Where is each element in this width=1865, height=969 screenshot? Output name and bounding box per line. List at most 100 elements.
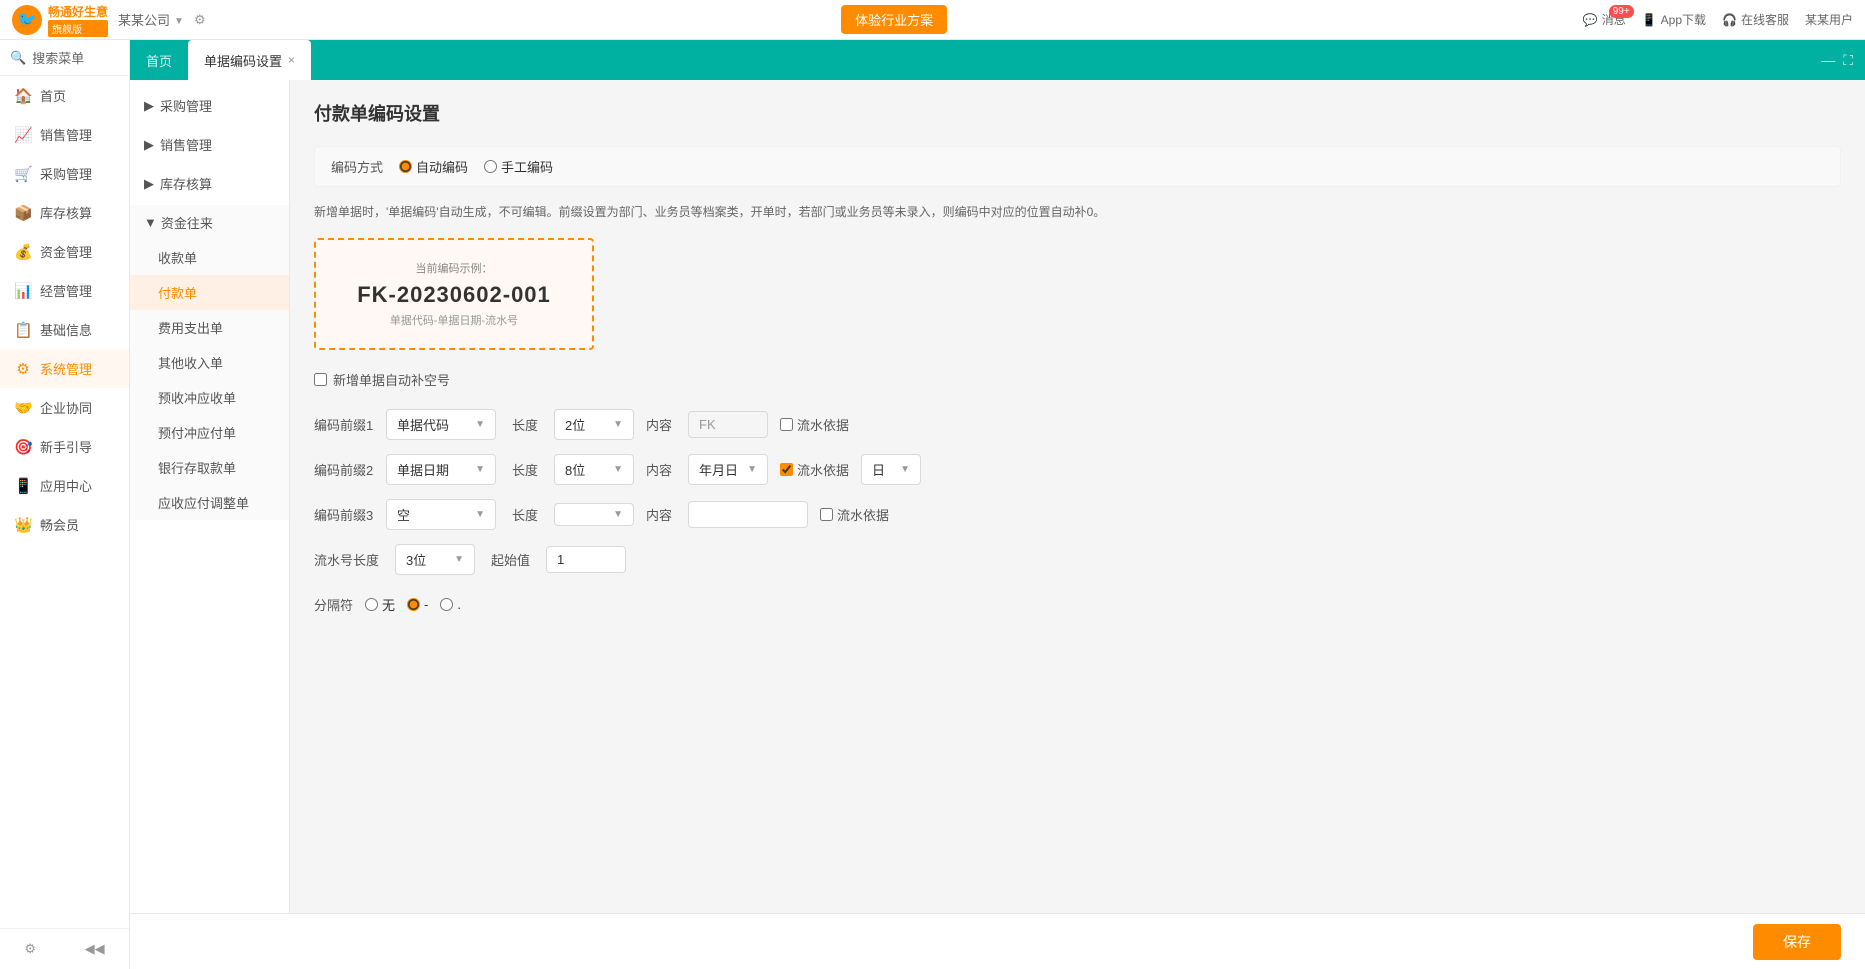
system-icon: ⚙	[14, 360, 32, 378]
chevron-down-icon: ▼	[613, 464, 623, 475]
prefix3-length-select[interactable]: ▼	[554, 503, 634, 526]
auto-fill-checkbox[interactable]	[314, 373, 327, 386]
prefix2-serial-unit-select[interactable]: 日 ▼	[861, 454, 921, 485]
auto-code-radio[interactable]: 自动编码	[399, 157, 468, 176]
separator-none-radio[interactable]: 无	[365, 595, 395, 614]
sidebar-item-member[interactable]: 👑 畅会员	[0, 505, 129, 544]
app-download-action[interactable]: 📱 App下载	[1642, 11, 1706, 28]
save-button[interactable]: 保存	[1753, 924, 1841, 960]
sub-group-purchase-title[interactable]: ▶ 采购管理	[130, 88, 289, 123]
sidebar-item-sales[interactable]: 📈 销售管理	[0, 115, 129, 154]
info-text: 新增单据时，'单据编码'自动生成，不可编辑。前缀设置为部门、业务员等档案类，开单…	[314, 203, 1841, 222]
prefix2-select[interactable]: 单据日期 ▼	[386, 454, 496, 485]
prefix1-select[interactable]: 单据代码 ▼	[386, 409, 496, 440]
sidebar-item-purchase[interactable]: 🛒 采购管理	[0, 154, 129, 193]
manual-code-radio[interactable]: 手工编码	[484, 157, 553, 176]
sub-item-advance-receive[interactable]: 预收冲应收单	[130, 380, 289, 415]
settings-icon[interactable]: ⚙	[194, 12, 206, 28]
sidebar-item-home[interactable]: 🏠 首页	[0, 76, 129, 115]
encoding-method-label: 编码方式	[331, 157, 383, 176]
sidebar-item-system[interactable]: ⚙ 系统管理	[0, 349, 129, 388]
minimize-icon[interactable]: —	[1821, 52, 1835, 68]
prefix3-select[interactable]: 空 ▼	[386, 499, 496, 530]
tab-encoding-settings[interactable]: 单据编码设置 ×	[188, 40, 311, 80]
sub-item-advance-pay[interactable]: 预付冲应付单	[130, 415, 289, 450]
online-service-action[interactable]: 🎧 在线客服	[1722, 11, 1789, 28]
sub-item-bank-deposit[interactable]: 银行存取款单	[130, 450, 289, 485]
serial-start-input[interactable]	[546, 546, 626, 573]
message-icon: 💬	[1583, 13, 1598, 27]
sub-group-capital: ▼ 资金往来 收款单 付款单 费用支出单 其他收入单 预收冲应收单 预付冲应付单…	[130, 205, 289, 520]
separator-dash-radio[interactable]: -	[407, 597, 428, 612]
sidebar-item-label: 库存核算	[40, 203, 92, 222]
sidebar-item-label: 基础信息	[40, 320, 92, 339]
sub-group-capital-label[interactable]: ▼ 资金往来	[130, 205, 289, 240]
auto-fill-row: 新增单据自动补空号	[314, 370, 1841, 389]
prefix3-content-input[interactable]	[688, 501, 808, 528]
search-icon: 🔍	[10, 50, 26, 66]
serial-length-label: 流水号长度	[314, 550, 379, 569]
sidebar: 🔍 搜索菜单 🏠 首页 📈 销售管理 🛒 采购管理 📦 库存核算 💰 资金管理 …	[0, 40, 130, 969]
prefix3-row: 编码前缀3 空 ▼ 长度 ▼ 内容 流水依据	[314, 499, 1841, 530]
sub-item-ar-adjust[interactable]: 应收应付调整单	[130, 485, 289, 520]
prefix2-content-select[interactable]: 年月日 ▼	[688, 454, 768, 485]
prefix2-content-label: 内容	[646, 460, 672, 479]
prefix2-serial-checkbox[interactable]	[780, 463, 793, 476]
settings-bottom-icon[interactable]: ⚙	[16, 937, 44, 961]
experience-button[interactable]: 体验行业方案	[841, 5, 947, 34]
sub-group-sales-title[interactable]: ▶ 销售管理	[130, 127, 289, 162]
tab-home[interactable]: 首页	[130, 40, 188, 80]
sub-item-payment[interactable]: 付款单	[130, 275, 289, 310]
logo-text: 畅通好生意 旗舰版	[48, 3, 108, 37]
sidebar-item-label: 经营管理	[40, 281, 92, 300]
prefix3-label: 编码前缀3	[314, 505, 374, 524]
sidebar-item-label: 系统管理	[40, 359, 92, 378]
separator-label: 分隔符	[314, 595, 353, 614]
sidebar-item-enterprise[interactable]: 🤝 企业协同	[0, 388, 129, 427]
prefix3-serial-checkbox[interactable]	[820, 508, 833, 521]
user-avatar[interactable]: 某某用户	[1805, 11, 1853, 28]
sidebar-item-label: 新手引导	[40, 437, 92, 456]
bottom-bar: 保存	[130, 913, 1865, 969]
search-label: 搜索菜单	[32, 48, 84, 67]
operations-icon: 📊	[14, 282, 32, 300]
sidebar-search[interactable]: 🔍 搜索菜单	[0, 40, 129, 76]
serial-row: 流水号长度 3位 ▼ 起始值	[314, 544, 1841, 575]
chevron-right-icon: ▶	[144, 98, 154, 114]
sub-group-stock-title[interactable]: ▶ 库存核算	[130, 166, 289, 201]
org-selector[interactable]: 某某公司	[118, 10, 184, 29]
sidebar-item-inventory[interactable]: 📦 库存核算	[0, 193, 129, 232]
sub-item-other-income[interactable]: 其他收入单	[130, 345, 289, 380]
sidebar-item-label: 首页	[40, 86, 66, 105]
prefix1-serial-label: 流水依据	[797, 415, 849, 434]
sub-item-receipt[interactable]: 收款单	[130, 240, 289, 275]
prefix2-length-select[interactable]: 8位 ▼	[554, 454, 634, 485]
prefix1-content-label: 内容	[646, 415, 672, 434]
prefix1-length-label: 长度	[512, 415, 538, 434]
separator-dot-radio[interactable]: .	[440, 597, 461, 612]
capital-icon: 💰	[14, 243, 32, 261]
page-title: 付款单编码设置	[314, 100, 1841, 126]
sidebar-item-operations[interactable]: 📊 经营管理	[0, 271, 129, 310]
sidebar-item-label: 销售管理	[40, 125, 92, 144]
prefix1-serial-checkbox[interactable]	[780, 418, 793, 431]
prefix1-length-select[interactable]: 2位 ▼	[554, 409, 634, 440]
prefix2-serial-label: 流水依据	[797, 460, 849, 479]
sidebar-item-capital[interactable]: 💰 资金管理	[0, 232, 129, 271]
message-action[interactable]: 💬 消息 99+	[1583, 11, 1626, 28]
inventory-icon: 📦	[14, 204, 32, 222]
auto-fill-label[interactable]: 新增单据自动补空号	[333, 370, 450, 389]
prefix3-content-label: 内容	[646, 505, 672, 524]
maximize-icon[interactable]: ⛶	[1843, 52, 1853, 69]
collapse-icon[interactable]: ◀◀	[77, 937, 113, 961]
sidebar-item-guide[interactable]: 🎯 新手引导	[0, 427, 129, 466]
nav-tabs-actions: — ⛶	[1821, 52, 1865, 69]
tab-close-icon[interactable]: ×	[288, 53, 295, 67]
guide-icon: 🎯	[14, 438, 32, 456]
serial-length-select[interactable]: 3位 ▼	[395, 544, 475, 575]
sidebar-item-basic[interactable]: 📋 基础信息	[0, 310, 129, 349]
sub-group-sales: ▶ 销售管理	[130, 127, 289, 162]
sidebar-item-apps[interactable]: 📱 应用中心	[0, 466, 129, 505]
preview-code: FK-20230602-001	[346, 282, 562, 308]
sub-item-expense[interactable]: 费用支出单	[130, 310, 289, 345]
